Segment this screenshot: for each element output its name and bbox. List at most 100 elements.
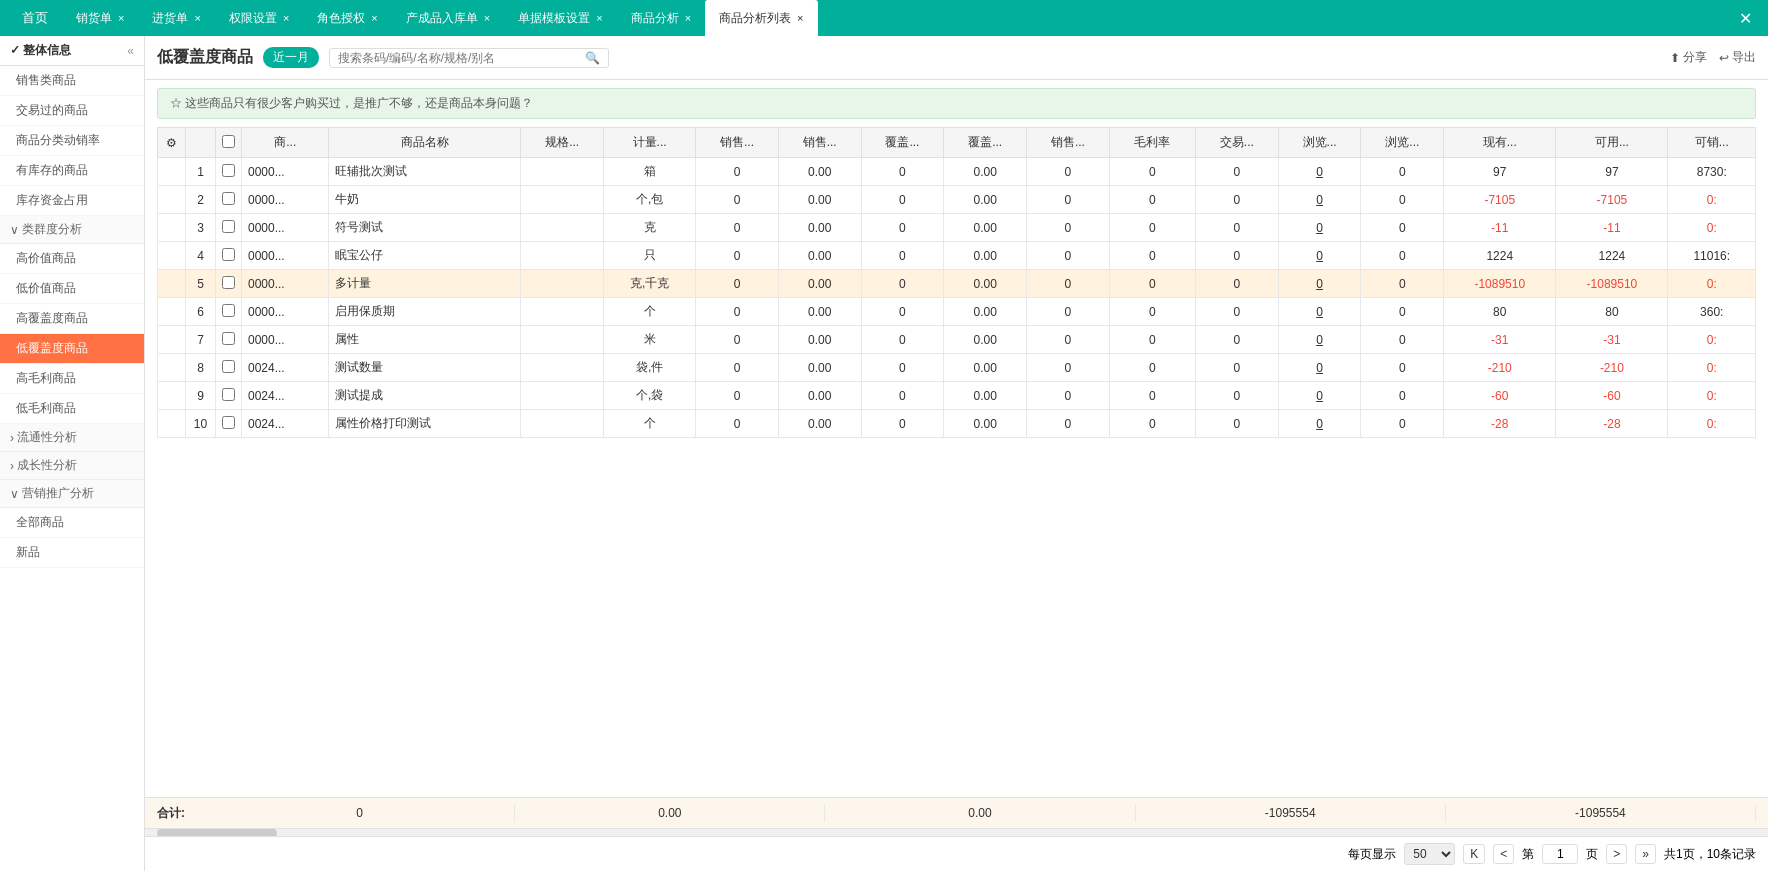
row-cover2: 0.00	[944, 214, 1027, 242]
search-box: 🔍	[329, 48, 609, 68]
sidebar-item-high-coverage[interactable]: 高覆盖度商品	[0, 304, 144, 334]
row-cover2: 0.00	[944, 298, 1027, 326]
row-settings	[158, 382, 186, 410]
row-browse1[interactable]: 0	[1278, 410, 1361, 438]
sidebar-group-cluster[interactable]: ∨ 类群度分析	[0, 216, 144, 244]
row-gross: 0	[1109, 242, 1195, 270]
close-roles-tab[interactable]: ×	[371, 12, 377, 24]
row-check[interactable]	[216, 186, 242, 214]
row-check[interactable]	[216, 410, 242, 438]
sidebar-group-circulation[interactable]: › 流通性分析	[0, 424, 144, 452]
sidebar-group-marketing[interactable]: ∨ 营销推广分析	[0, 480, 144, 508]
row-browse1[interactable]: 0	[1278, 354, 1361, 382]
row-avail: -28	[1556, 410, 1668, 438]
export-button[interactable]: ↩ 导出	[1719, 49, 1756, 66]
row-spec	[521, 186, 604, 214]
row-browse1[interactable]: 0	[1278, 186, 1361, 214]
close-template-tab[interactable]: ×	[596, 12, 602, 24]
search-input[interactable]	[338, 51, 581, 65]
row-check[interactable]	[216, 326, 242, 354]
row-check[interactable]	[216, 214, 242, 242]
row-cover2: 0.00	[944, 326, 1027, 354]
time-filter-btn[interactable]: 近一月	[263, 47, 319, 68]
row-settings	[158, 298, 186, 326]
sidebar-item-capital[interactable]: 库存资金占用	[0, 186, 144, 216]
row-browse2: 0	[1361, 298, 1444, 326]
sidebar-item-high-value[interactable]: 高价值商品	[0, 244, 144, 274]
sidebar-item-high-gross[interactable]: 高毛利商品	[0, 364, 144, 394]
horizontal-scrollbar[interactable]	[145, 828, 1768, 836]
row-name: 测试提成	[329, 382, 521, 410]
row-avail: -210	[1556, 354, 1668, 382]
footer-label: 合计:	[157, 805, 185, 822]
row-check[interactable]	[216, 382, 242, 410]
row-sales-qty: 0	[696, 326, 779, 354]
first-page-btn[interactable]: K	[1463, 844, 1485, 864]
sidebar-item-low-value[interactable]: 低价值商品	[0, 274, 144, 304]
sidebar-collapse-btn[interactable]: «	[127, 44, 134, 58]
last-page-btn[interactable]: »	[1635, 844, 1656, 864]
row-current: -60	[1444, 382, 1556, 410]
row-cover2: 0.00	[944, 270, 1027, 298]
nav-analysis[interactable]: 商品分析 ×	[617, 0, 705, 36]
nav-purchase[interactable]: 进货单 ×	[138, 0, 214, 36]
close-purchase-tab[interactable]: ×	[194, 12, 200, 24]
sidebar-item-all-goods[interactable]: 全部商品	[0, 508, 144, 538]
sidebar-item-low-gross[interactable]: 低毛利商品	[0, 394, 144, 424]
nav-permissions[interactable]: 权限设置 ×	[215, 0, 303, 36]
row-sales3: 0	[1027, 410, 1110, 438]
sidebar-group-growth[interactable]: › 成长性分析	[0, 452, 144, 480]
select-all-checkbox[interactable]	[222, 135, 235, 148]
row-browse1[interactable]: 0	[1278, 270, 1361, 298]
nav-template[interactable]: 单据模板设置 ×	[504, 0, 616, 36]
row-browse1[interactable]: 0	[1278, 298, 1361, 326]
share-button[interactable]: ⬆ 分享	[1670, 49, 1707, 66]
nav-home[interactable]: 首页	[8, 0, 62, 36]
nav-sales[interactable]: 销货单 ×	[62, 0, 138, 36]
row-check[interactable]	[216, 298, 242, 326]
next-page-btn[interactable]: >	[1606, 844, 1627, 864]
table-header-row: ⚙ 商... 商品名称 规格... 计量... 销售... 销售... 覆盖..…	[158, 128, 1756, 158]
nav-roles[interactable]: 角色授权 ×	[303, 0, 391, 36]
sidebar-item-low-coverage[interactable]: 低覆盖度商品	[0, 334, 144, 364]
row-settings	[158, 410, 186, 438]
row-browse1[interactable]: 0	[1278, 326, 1361, 354]
row-trade: 0	[1196, 214, 1279, 242]
row-browse1[interactable]: 0	[1278, 158, 1361, 186]
sidebar-item-sales-goods[interactable]: 销售类商品	[0, 66, 144, 96]
window-close-button[interactable]: ✕	[1731, 9, 1760, 28]
row-unit: 米	[604, 326, 696, 354]
close-production-tab[interactable]: ×	[484, 12, 490, 24]
row-cover1: 0	[861, 242, 944, 270]
col-salable: 可销...	[1668, 128, 1756, 158]
search-icon[interactable]: 🔍	[585, 51, 600, 65]
row-check[interactable]	[216, 354, 242, 382]
sidebar-item-category-rate[interactable]: 商品分类动销率	[0, 126, 144, 156]
row-check[interactable]	[216, 242, 242, 270]
top-navigation: 首页 销货单 × 进货单 × 权限设置 × 角色授权 × 产成品入库单 × 单据…	[0, 0, 1768, 36]
nav-production[interactable]: 产成品入库单 ×	[392, 0, 504, 36]
row-spec	[521, 214, 604, 242]
row-browse1[interactable]: 0	[1278, 214, 1361, 242]
close-analysis-list-tab[interactable]: ×	[797, 12, 803, 24]
sidebar-item-traded-goods[interactable]: 交易过的商品	[0, 96, 144, 126]
sidebar-item-stock-goods[interactable]: 有库存的商品	[0, 156, 144, 186]
row-browse1[interactable]: 0	[1278, 242, 1361, 270]
row-browse1[interactable]: 0	[1278, 382, 1361, 410]
row-check[interactable]	[216, 270, 242, 298]
close-sales-tab[interactable]: ×	[118, 12, 124, 24]
row-spec	[521, 326, 604, 354]
row-num: 1	[186, 158, 216, 186]
page-size-select[interactable]: 50 20 100 200	[1404, 843, 1455, 865]
data-table: ⚙ 商... 商品名称 规格... 计量... 销售... 销售... 覆盖..…	[157, 127, 1756, 438]
row-check[interactable]	[216, 158, 242, 186]
row-sales-qty: 0	[696, 186, 779, 214]
col-check[interactable]	[216, 128, 242, 158]
page-input[interactable]	[1542, 844, 1578, 864]
col-settings[interactable]: ⚙	[158, 128, 186, 158]
prev-page-btn[interactable]: <	[1493, 844, 1514, 864]
sidebar-item-new-goods[interactable]: 新品	[0, 538, 144, 568]
close-permissions-tab[interactable]: ×	[283, 12, 289, 24]
nav-analysis-list[interactable]: 商品分析列表 ×	[705, 0, 817, 36]
close-analysis-tab[interactable]: ×	[685, 12, 691, 24]
